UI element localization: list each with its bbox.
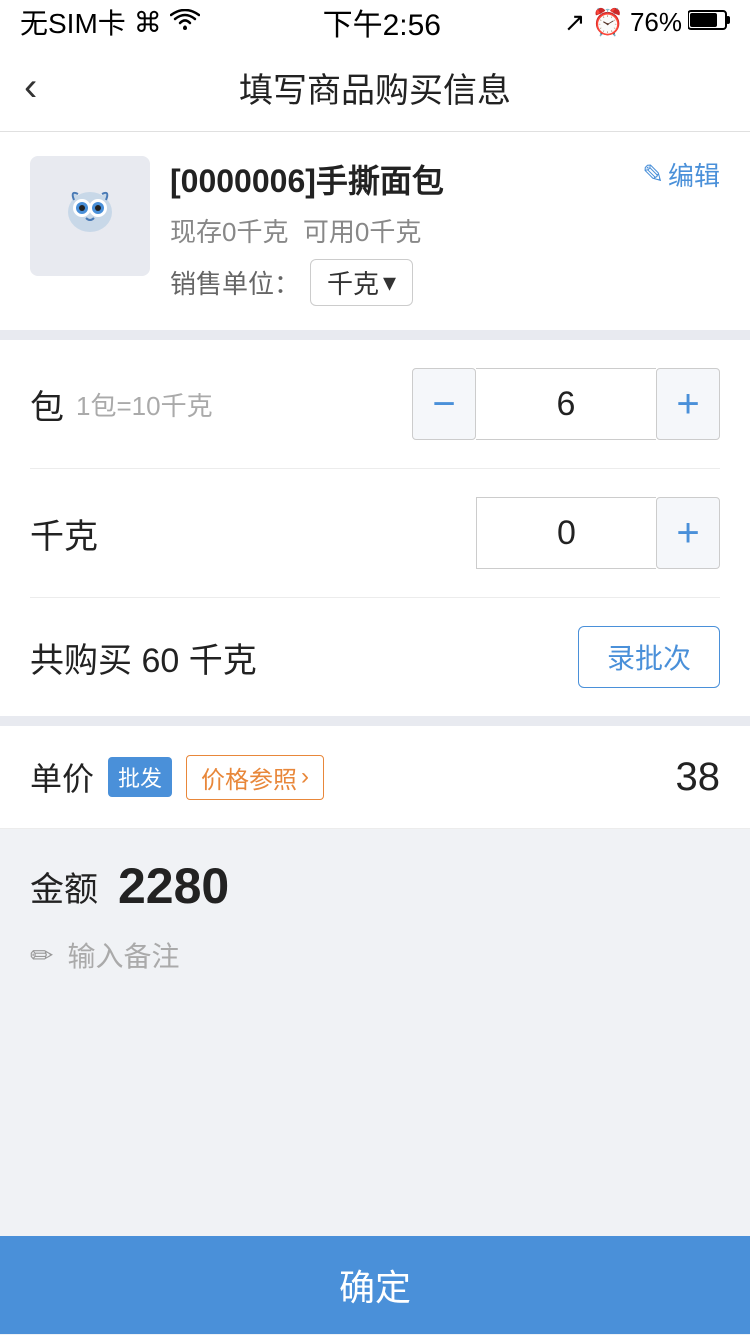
status-right: ↗ ⏰ 76% xyxy=(564,7,730,38)
package-label: 包 xyxy=(30,380,64,429)
wifi-icon: ⌘ xyxy=(134,6,162,39)
amount-label: 金额 xyxy=(30,862,98,911)
amount-value: 2280 xyxy=(118,857,229,915)
product-stock: 现存0千克 可用0千克 xyxy=(170,212,720,249)
price-ref-arrow-icon: › xyxy=(301,763,309,791)
pencil-icon: ✏ xyxy=(30,939,53,972)
product-image xyxy=(30,156,150,276)
kg-stepper: + xyxy=(476,497,720,569)
battery-text: 76% xyxy=(630,7,682,38)
price-ref-label: 价格参照 xyxy=(201,760,297,795)
kg-input[interactable] xyxy=(476,497,656,569)
unit-dropdown-icon: ▾ xyxy=(383,267,396,298)
nav-bar: ‹ 填写商品购买信息 xyxy=(0,44,750,132)
product-card: [0000006]手撕面包 现存0千克 可用0千克 销售单位： 千克 ▾ ✎ 编… xyxy=(0,132,750,340)
unit-label: 销售单位： xyxy=(170,264,300,301)
package-stepper: − + xyxy=(412,368,720,440)
summary-row: 共购买 60 千克 录批次 xyxy=(30,598,720,716)
page-title: 填写商品购买信息 xyxy=(239,63,511,112)
location-icon: ↗ xyxy=(564,7,586,38)
battery-icon xyxy=(688,7,730,38)
edit-button[interactable]: ✎ 编辑 xyxy=(642,156,720,193)
status-bar: 无SIM卡 ⌘ 下午2:56 ↗ ⏰ 76% xyxy=(0,0,750,44)
inputs-section: 包 1包=10千克 − + 千克 + xyxy=(0,340,750,598)
package-label-group: 包 1包=10千克 xyxy=(30,380,213,429)
price-label: 单价 xyxy=(30,754,94,800)
confirm-button[interactable]: 确定 xyxy=(0,1236,750,1334)
summary-text: 共购买 60 千克 xyxy=(30,633,257,682)
unit-select[interactable]: 千克 ▾ xyxy=(310,259,413,306)
edit-label: 编辑 xyxy=(668,156,720,193)
kg-input-row: 千克 + xyxy=(30,469,720,598)
carrier-text: 无SIM卡 xyxy=(20,2,126,42)
owl-logo-icon xyxy=(60,180,120,252)
wifi-signal-icon xyxy=(170,6,200,38)
back-button[interactable]: ‹ xyxy=(24,65,37,110)
product-unit-row: 销售单位： 千克 ▾ xyxy=(170,259,720,306)
status-time: 下午2:56 xyxy=(323,0,441,44)
kg-label: 千克 xyxy=(30,509,98,558)
amount-section: 金额 2280 ✏ 输入备注 xyxy=(0,829,750,995)
package-hint: 1包=10千克 xyxy=(76,386,213,423)
amount-row: 金额 2280 xyxy=(30,857,720,915)
price-ref-button[interactable]: 价格参照 › xyxy=(186,755,324,800)
product-info: [0000006]手撕面包 现存0千克 可用0千克 销售单位： 千克 ▾ xyxy=(170,156,720,306)
price-section: 单价 批发 价格参照 › 38 xyxy=(0,726,750,829)
remark-row: ✏ 输入备注 xyxy=(30,935,720,995)
price-value: 38 xyxy=(676,755,721,800)
remark-placeholder: 输入备注 xyxy=(67,935,179,975)
package-input[interactable] xyxy=(476,368,656,440)
status-left: 无SIM卡 ⌘ xyxy=(20,2,200,42)
package-increment-button[interactable]: + xyxy=(656,368,720,440)
price-label-row: 单价 批发 价格参照 › xyxy=(30,754,324,800)
package-decrement-button[interactable]: − xyxy=(412,368,476,440)
alarm-icon: ⏰ xyxy=(592,7,624,38)
package-input-row: 包 1包=10千克 − + xyxy=(30,340,720,469)
batch-button[interactable]: 录批次 xyxy=(578,626,720,688)
summary-section: 共购买 60 千克 录批次 xyxy=(0,598,750,716)
price-badge: 批发 xyxy=(108,757,172,797)
kg-increment-button[interactable]: + xyxy=(656,497,720,569)
edit-icon: ✎ xyxy=(642,159,664,190)
section-divider xyxy=(0,716,750,726)
product-name: [0000006]手撕面包 xyxy=(170,156,720,202)
